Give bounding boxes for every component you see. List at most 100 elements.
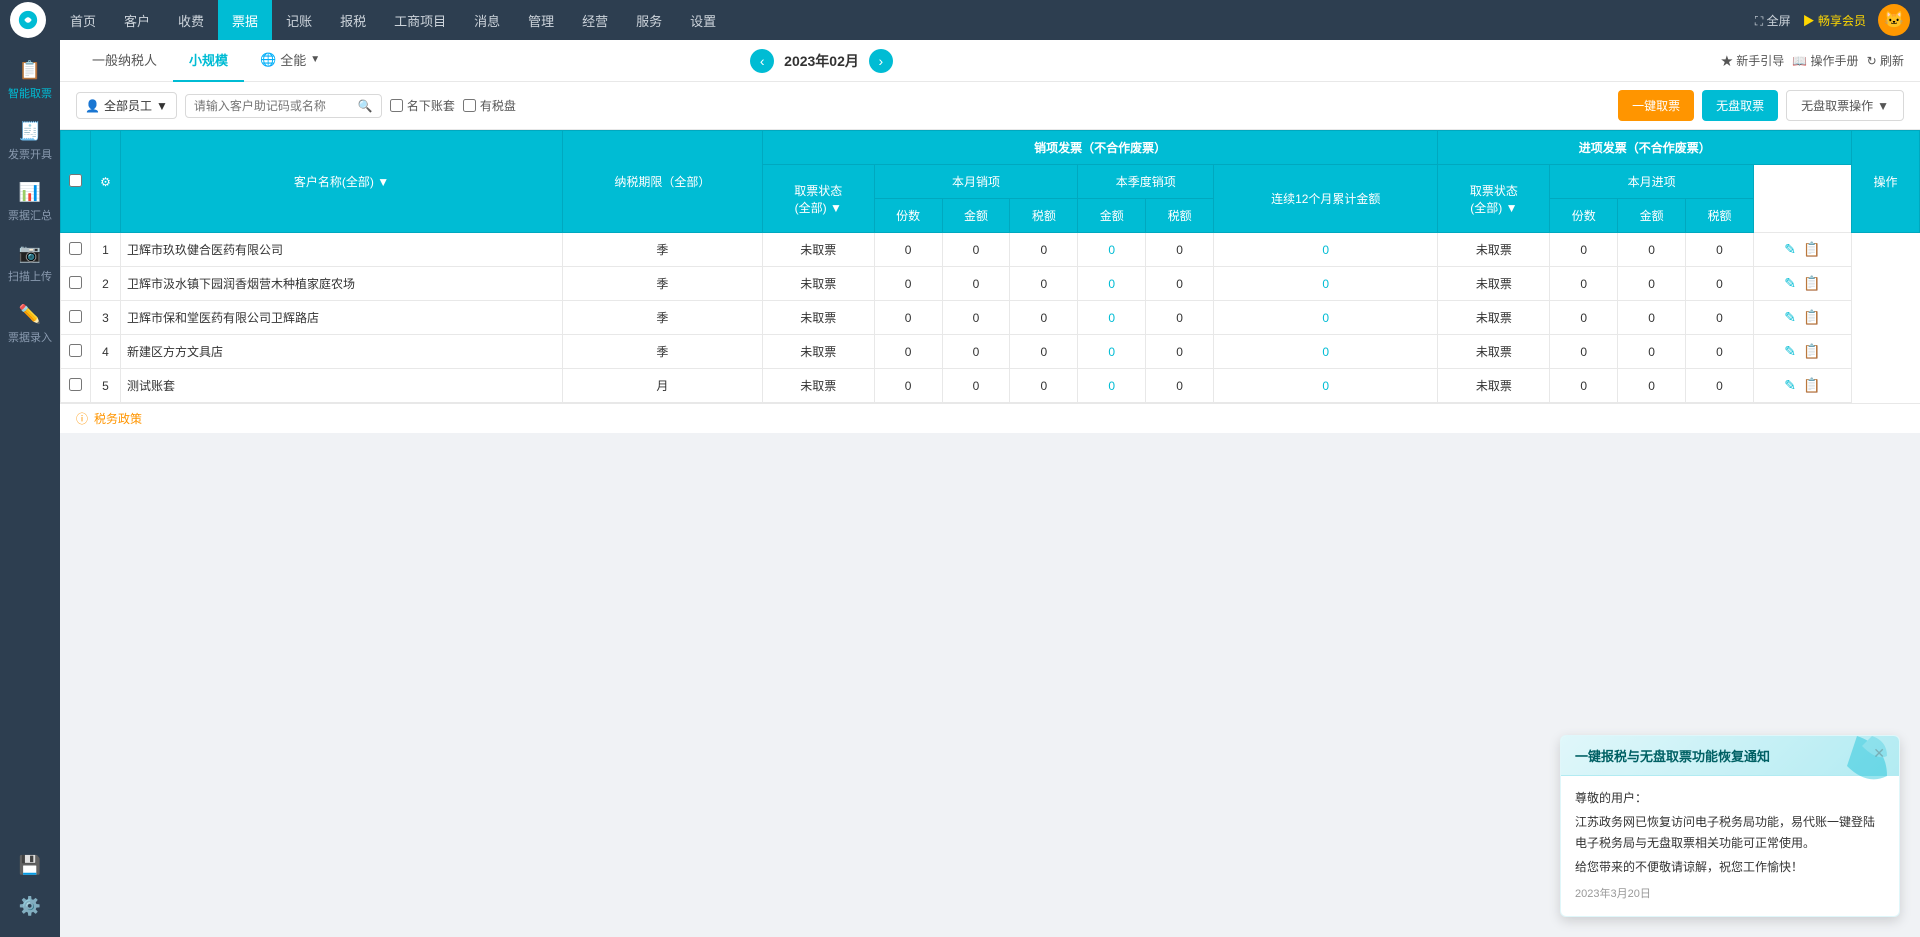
row-actions: ✎ 📋 — [1753, 335, 1851, 369]
sidebar-item-scan-upload[interactable]: 📷 扫描上传 — [0, 233, 60, 294]
row-s-m-tax: 0 — [1010, 301, 1078, 335]
row-s-12m-link[interactable]: 0 — [1322, 243, 1329, 257]
row-tax-period: 月 — [562, 369, 762, 403]
nav-tax[interactable]: 报税 — [326, 0, 380, 40]
nav-invoice[interactable]: 票据 — [218, 0, 272, 40]
row-checkbox-2[interactable] — [69, 310, 82, 323]
nav-bookkeeping[interactable]: 记账 — [272, 0, 326, 40]
row-s-q-amount-link[interactable]: 0 — [1108, 379, 1115, 393]
th-s-q-amount: 金额 — [1078, 199, 1146, 233]
nav-manage[interactable]: 管理 — [514, 0, 568, 40]
row-s-12m: 0 — [1214, 267, 1438, 301]
edit-icon-1[interactable]: ✎ — [1784, 275, 1796, 291]
my-accounts-checkbox-label[interactable]: 名下账套 — [390, 97, 455, 114]
refresh-btn[interactable]: ↻ 刷新 — [1867, 52, 1904, 69]
row-checkbox-0[interactable] — [69, 242, 82, 255]
row-i-m-amount: 0 — [1618, 267, 1686, 301]
row-s-q-amount: 0 — [1078, 267, 1146, 301]
row-client-name: 新建区方方文具店 — [121, 335, 563, 369]
new-guide-btn[interactable]: ★ 新手引导 — [1721, 52, 1784, 69]
sidebar-save[interactable]: 💾 — [19, 845, 41, 886]
row-s-m-amount: 0 — [942, 335, 1010, 369]
row-s-12m-link[interactable]: 0 — [1322, 311, 1329, 325]
fullscreen-btn[interactable]: ⛶ 全屏 — [1755, 12, 1791, 29]
row-actions: ✎ 📋 — [1753, 267, 1851, 301]
nav-business[interactable]: 工商项目 — [380, 0, 460, 40]
tab-general-taxpayer[interactable]: 一般纳税人 — [76, 40, 173, 82]
prev-month-btn[interactable]: ‹ — [750, 49, 774, 73]
detail-icon-3[interactable]: 📋 — [1803, 343, 1820, 359]
row-s-m-amount: 0 — [942, 233, 1010, 267]
search-input[interactable] — [194, 99, 354, 113]
th-sales-monthly: 本月销项 — [874, 165, 1078, 199]
row-i-m-amount: 0 — [1618, 301, 1686, 335]
bottom-bar[interactable]: ⓘ 税务政策 — [60, 403, 1920, 433]
nav-settings[interactable]: 设置 — [676, 0, 730, 40]
my-accounts-checkbox[interactable] — [390, 99, 403, 112]
nav-message[interactable]: 消息 — [460, 0, 514, 40]
row-s-12m-link[interactable]: 0 — [1322, 277, 1329, 291]
select-all-checkbox[interactable] — [69, 174, 82, 187]
tab-small-scale[interactable]: 小规模 — [173, 40, 244, 82]
row-i-m-tax: 0 — [1686, 301, 1754, 335]
nav-home[interactable]: 首页 — [56, 0, 110, 40]
th-i-m-tax: 税额 — [1686, 199, 1754, 233]
has-tax-disk-checkbox-label[interactable]: 有税盘 — [463, 97, 516, 114]
one-click-ticket-btn[interactable]: 一键取票 — [1618, 90, 1694, 121]
next-month-btn[interactable]: › — [869, 49, 893, 73]
sidebar-item-invoice-summary[interactable]: 📊 票据汇总 — [0, 172, 60, 233]
tax-policy-link[interactable]: 税务政策 — [94, 410, 142, 427]
row-tax-period: 季 — [562, 267, 762, 301]
member-btn[interactable]: ▶ 畅享会员 — [1803, 12, 1866, 29]
detail-icon-0[interactable]: 📋 — [1803, 241, 1820, 257]
th-i-m-shares: 份数 — [1550, 199, 1618, 233]
sidebar-item-ticket-input[interactable]: ✏️ 票据录入 — [0, 294, 60, 355]
search-icon[interactable]: 🔍 — [358, 99, 373, 113]
employee-filter[interactable]: 👤 全部员工 ▼ — [76, 92, 177, 119]
detail-icon-4[interactable]: 📋 — [1803, 377, 1820, 393]
has-tax-disk-checkbox[interactable] — [463, 99, 476, 112]
edit-icon-3[interactable]: ✎ — [1784, 343, 1796, 359]
row-s-q-tax: 0 — [1146, 369, 1214, 403]
edit-icon-2[interactable]: ✎ — [1784, 309, 1796, 325]
row-s-q-amount-link[interactable]: 0 — [1108, 243, 1115, 257]
no-disk-ticket-btn[interactable]: 无盘取票 — [1702, 90, 1778, 121]
nav-right: ⛶ 全屏 ▶ 畅享会员 🐱 — [1755, 4, 1910, 36]
sidebar-bottom: 💾 ⚙️ — [19, 845, 41, 937]
row-checkbox-3[interactable] — [69, 344, 82, 357]
no-disk-ops-btn[interactable]: 无盘取票操作 ▼ — [1786, 90, 1904, 121]
nav-billing[interactable]: 收费 — [164, 0, 218, 40]
row-i-m-amount: 0 — [1618, 233, 1686, 267]
row-s-12m-link[interactable]: 0 — [1322, 345, 1329, 359]
user-avatar[interactable]: 🐱 — [1878, 4, 1910, 36]
row-s-12m-link[interactable]: 0 — [1322, 379, 1329, 393]
row-s-q-amount-link[interactable]: 0 — [1108, 311, 1115, 325]
table-body: 1 卫辉市玖玖健合医药有限公司 季 未取票 0 0 0 0 0 0 未取票 0 … — [61, 233, 1920, 403]
row-s-m-shares: 0 — [874, 301, 942, 335]
notification-header: 一键报税与无盘取票功能恢复通知 ✕ — [1561, 736, 1899, 776]
sidebar-item-smart-ticket[interactable]: 📋 智能取票 — [0, 50, 60, 111]
nav-operation[interactable]: 经营 — [568, 0, 622, 40]
row-s-q-amount-link[interactable]: 0 — [1108, 277, 1115, 291]
row-checkbox-4[interactable] — [69, 378, 82, 391]
row-checkbox-1[interactable] — [69, 276, 82, 289]
nav-customer[interactable]: 客户 — [110, 0, 164, 40]
edit-icon-0[interactable]: ✎ — [1784, 241, 1796, 257]
manual-btn[interactable]: 📖 操作手册 — [1792, 52, 1858, 69]
row-s-12m: 0 — [1214, 233, 1438, 267]
row-s-m-tax: 0 — [1010, 335, 1078, 369]
sidebar-item-invoice-open[interactable]: 🧾 发票开具 — [0, 111, 60, 172]
logo[interactable] — [10, 2, 46, 38]
row-sales-status: 未取票 — [762, 335, 874, 369]
sidebar-gear[interactable]: ⚙️ — [19, 886, 41, 927]
tab-all[interactable]: 🌐 全能 ▼ — [244, 40, 336, 82]
th-tax-period: 纳税期限（全部） — [562, 131, 762, 233]
edit-icon-4[interactable]: ✎ — [1784, 377, 1796, 393]
detail-icon-2[interactable]: 📋 — [1803, 309, 1820, 325]
th-sales-group: 销项发票（不合作废票） — [762, 131, 1438, 165]
detail-icon-1[interactable]: 📋 — [1803, 275, 1820, 291]
row-s-q-amount-link[interactable]: 0 — [1108, 345, 1115, 359]
row-tax-period: 季 — [562, 335, 762, 369]
nav-service[interactable]: 服务 — [622, 0, 676, 40]
row-client-name: 卫辉市保和堂医药有限公司卫辉路店 — [121, 301, 563, 335]
